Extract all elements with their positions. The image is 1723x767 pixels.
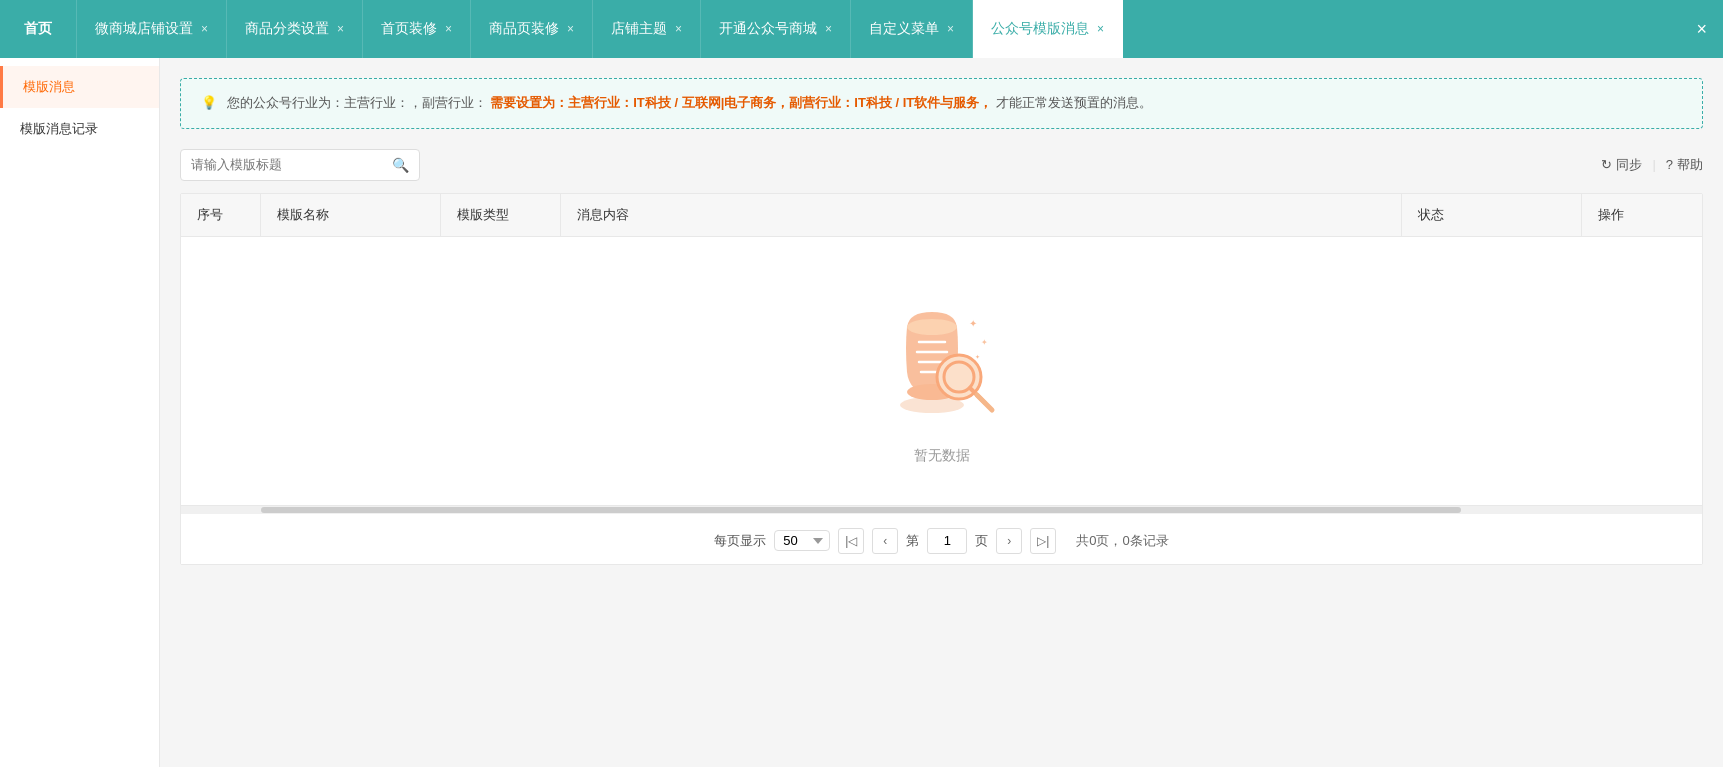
info-suffix: 才能正常发送预置的消息。 xyxy=(996,95,1152,110)
per-page-label: 每页显示 xyxy=(714,532,766,550)
info-prefix: 您的公众号行业为：主营行业：，副营行业： xyxy=(227,95,487,110)
close-home-decoration-icon[interactable]: × xyxy=(445,22,452,36)
nav-tab-product-category-label: 商品分类设置 xyxy=(245,20,329,38)
nav-tab-wechat-shop[interactable]: 微商城店铺设置 × xyxy=(77,0,227,58)
svg-point-1 xyxy=(907,319,957,335)
nav-tab-home[interactable]: 首页 xyxy=(0,0,77,58)
close-custom-menu-icon[interactable]: × xyxy=(947,22,954,36)
page-number-input[interactable] xyxy=(927,528,967,554)
empty-state: ✦ ✦ ✦ 暂无数据 xyxy=(181,237,1702,505)
help-button[interactable]: ? 帮助 xyxy=(1666,156,1703,174)
data-table: 序号 模版名称 模版类型 消息内容 状态 操作 xyxy=(180,193,1703,565)
help-icon: ? xyxy=(1666,157,1673,172)
horizontal-scrollbar[interactable] xyxy=(181,505,1702,513)
divider: | xyxy=(1652,157,1655,172)
per-page-select[interactable]: 50 10 20 100 xyxy=(774,530,830,551)
close-wechat-shop-icon[interactable]: × xyxy=(201,22,208,36)
nav-tab-custom-menu-label: 自定义菜单 xyxy=(869,20,939,38)
next-page-button[interactable]: › xyxy=(996,528,1022,554)
main-layout: 模版消息 模版消息记录 💡 您的公众号行业为：主营行业：，副营行业： 需要设置为… xyxy=(0,58,1723,767)
nav-tab-store-theme-label: 店铺主题 xyxy=(611,20,667,38)
nav-tab-product-decoration[interactable]: 商品页装修 × xyxy=(471,0,593,58)
sync-button[interactable]: ↻ 同步 xyxy=(1601,156,1642,174)
nav-tab-home-label: 首页 xyxy=(24,20,52,38)
next-page-icon: › xyxy=(1007,534,1011,548)
page-label: 第 xyxy=(906,532,919,550)
nav-tab-template-msg-label: 公众号模版消息 xyxy=(991,20,1089,38)
close-product-category-icon[interactable]: × xyxy=(337,22,344,36)
search-input[interactable] xyxy=(191,157,392,172)
col-actions: 操作 xyxy=(1582,194,1702,236)
empty-text: 暂无数据 xyxy=(914,447,970,465)
sync-label: 同步 xyxy=(1616,156,1642,174)
col-name: 模版名称 xyxy=(261,194,441,236)
svg-text:✦: ✦ xyxy=(969,318,977,329)
last-page-button[interactable]: ▷| xyxy=(1030,528,1056,554)
nav-tab-home-decoration-label: 首页装修 xyxy=(381,20,437,38)
close-open-mall-icon[interactable]: × xyxy=(825,22,832,36)
first-page-icon: |◁ xyxy=(845,534,857,548)
close-product-decoration-icon[interactable]: × xyxy=(567,22,574,36)
close-store-theme-icon[interactable]: × xyxy=(675,22,682,36)
svg-text:✦: ✦ xyxy=(975,354,980,360)
svg-line-10 xyxy=(977,395,992,410)
nav-tab-product-decoration-label: 商品页装修 xyxy=(489,20,559,38)
nav-tab-wechat-shop-label: 微商城店铺设置 xyxy=(95,20,193,38)
page-unit: 页 xyxy=(975,532,988,550)
nav-tab-store-theme[interactable]: 店铺主题 × xyxy=(593,0,701,58)
search-bar: 🔍 ↻ 同步 | ? 帮助 xyxy=(180,149,1703,181)
sync-icon: ↻ xyxy=(1601,157,1612,172)
svg-text:✦: ✦ xyxy=(981,338,988,347)
info-icon: 💡 xyxy=(201,95,217,110)
nav-tab-custom-menu[interactable]: 自定义菜单 × xyxy=(851,0,973,58)
empty-illustration: ✦ ✦ ✦ xyxy=(877,297,1007,427)
sidebar: 模版消息 模版消息记录 xyxy=(0,58,160,767)
col-status: 状态 xyxy=(1402,194,1582,236)
col-type: 模版类型 xyxy=(441,194,561,236)
main-content: 💡 您的公众号行业为：主营行业：，副营行业： 需要设置为：主营行业：IT科技 /… xyxy=(160,58,1723,767)
sidebar-item-template-record[interactable]: 模版消息记录 xyxy=(0,108,159,150)
info-box: 💡 您的公众号行业为：主营行业：，副营行业： 需要设置为：主营行业：IT科技 /… xyxy=(180,78,1703,129)
pagination: 每页显示 50 10 20 100 |◁ ‹ 第 页 › xyxy=(181,513,1702,564)
help-label: 帮助 xyxy=(1677,156,1703,174)
total-text: 共0页，0条记录 xyxy=(1076,532,1168,550)
nav-tab-product-category[interactable]: 商品分类设置 × xyxy=(227,0,363,58)
close-template-msg-icon[interactable]: × xyxy=(1097,22,1104,36)
prev-page-icon: ‹ xyxy=(883,534,887,548)
prev-page-button[interactable]: ‹ xyxy=(872,528,898,554)
nav-tab-open-mall-label: 开通公众号商城 xyxy=(719,20,817,38)
close-all-tabs-button[interactable]: × xyxy=(1696,19,1707,40)
col-index: 序号 xyxy=(181,194,261,236)
sidebar-item-template-msg[interactable]: 模版消息 xyxy=(0,66,159,108)
search-icon[interactable]: 🔍 xyxy=(392,157,409,173)
last-page-icon: ▷| xyxy=(1037,534,1049,548)
nav-tab-template-msg[interactable]: 公众号模版消息 × xyxy=(973,0,1123,58)
top-nav: 首页 微商城店铺设置 × 商品分类设置 × 首页装修 × 商品页装修 × 店铺主… xyxy=(0,0,1723,58)
nav-tab-open-mall[interactable]: 开通公众号商城 × xyxy=(701,0,851,58)
nav-tab-home-decoration[interactable]: 首页装修 × xyxy=(363,0,471,58)
info-highlight: 需要设置为：主营行业：IT科技 / 互联网|电子商务，副营行业：IT科技 / I… xyxy=(490,95,992,110)
table-header: 序号 模版名称 模版类型 消息内容 状态 操作 xyxy=(181,194,1702,237)
toolbar-right: ↻ 同步 | ? 帮助 xyxy=(1601,156,1703,174)
search-input-wrap[interactable]: 🔍 xyxy=(180,149,420,181)
col-content: 消息内容 xyxy=(561,194,1402,236)
first-page-button[interactable]: |◁ xyxy=(838,528,864,554)
